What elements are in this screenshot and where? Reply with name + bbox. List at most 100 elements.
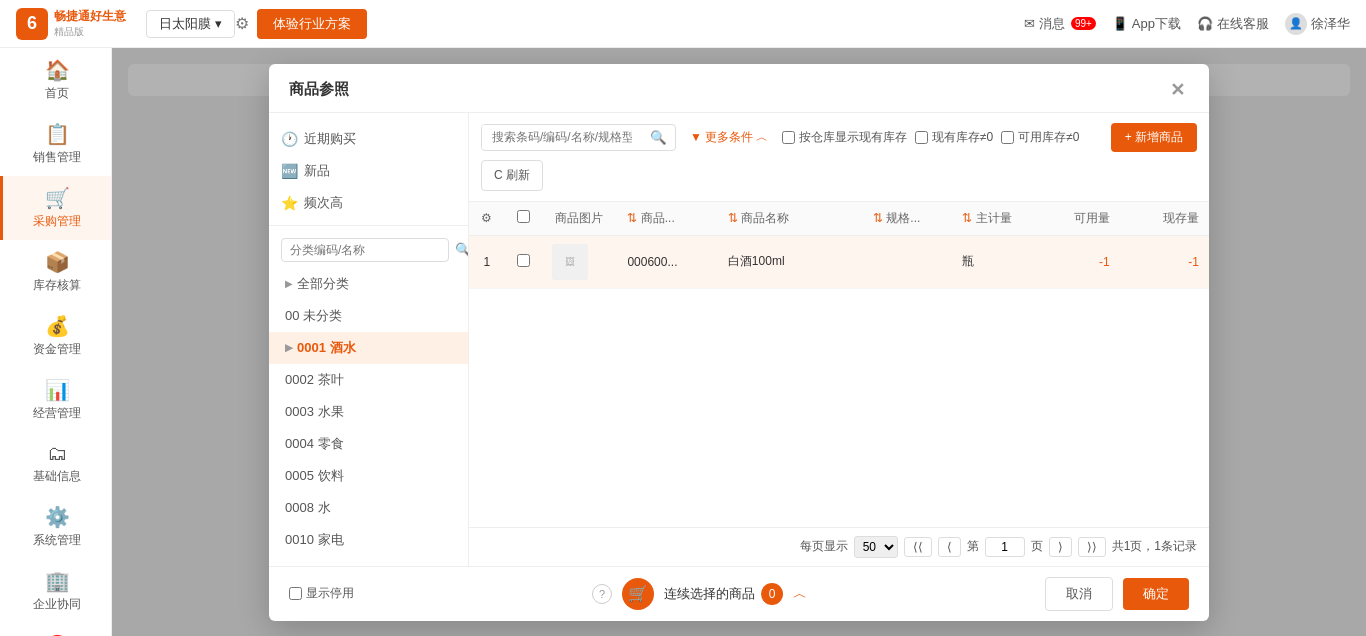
nav-messages[interactable]: ✉ 消息 99+ (1024, 15, 1096, 33)
page-first-btn[interactable]: ⟨⟨ (904, 537, 932, 557)
star-icon: ⭐ (281, 195, 298, 211)
inventory-icon: 📦 (45, 250, 70, 274)
col-header-unit[interactable]: ⇅ 主计量 (952, 202, 1030, 236)
dialog-title: 商品参照 (289, 80, 349, 99)
table-header-row: ⚙ 商品图片 ⇅ (469, 202, 1209, 236)
top-nav: 6 畅捷通好生意 精品版 日太阳膜 ▾ ⚙ 体验行业方案 ✉ 消息 99+ 📱 … (0, 0, 1366, 48)
image-icon: 🖼 (565, 256, 575, 267)
show-disabled-label[interactable]: 显示停用 (289, 585, 354, 602)
row-settings: 1 (469, 235, 505, 288)
col-header-spec[interactable]: ⇅ 规格... (863, 202, 952, 236)
col-header-settings[interactable]: ⚙ (469, 202, 505, 236)
nav-dropdown[interactable]: 日太阳膜 ▾ (146, 10, 235, 38)
confirm-button[interactable]: 确定 (1123, 578, 1189, 610)
sidebar-item-inventory[interactable]: 📦 库存核算 (0, 240, 111, 304)
row-avail: -1 (1030, 235, 1119, 288)
page-prev-btn[interactable]: ⟨ (938, 537, 961, 557)
table-toolbar: 🔍 ▼ 更多条件 ︿ 按仓库显示现有库存 (469, 113, 1209, 202)
cancel-button[interactable]: 取消 (1045, 577, 1113, 611)
sidebar-item-base[interactable]: 🗂 基础信息 (0, 432, 111, 495)
filter-btn[interactable]: ▼ 更多条件 ︿ (684, 125, 774, 150)
check-warehouse[interactable] (782, 131, 795, 144)
collapse-up-icon[interactable]: ︿ (793, 585, 807, 603)
left-panel: 🕐 近期购买 🆕 新品 ⭐ 频次高 (269, 113, 469, 566)
trial-btn[interactable]: 体验行业方案 (257, 9, 367, 39)
row-unit: 瓶 (952, 235, 1030, 288)
cat-item-0003[interactable]: 0003 水果 (269, 396, 468, 428)
base-icon: 🗂 (47, 442, 67, 465)
logo-text: 畅捷通好生意 精品版 (54, 8, 126, 39)
main-content: 商品参照 ✕ 🕐 近期购买 🆕 新品 (112, 48, 1366, 636)
nav-online-service[interactable]: 🎧 在线客服 (1197, 15, 1269, 33)
enterprise-icon: 🏢 (45, 569, 70, 593)
footer-center: ? 🛒 连续选择的商品 0 ︿ (364, 578, 1035, 610)
sidebar-item-operations[interactable]: 📊 经营管理 (0, 368, 111, 432)
per-page-select[interactable]: 50 (854, 536, 898, 558)
dialog-header: 商品参照 ✕ (269, 64, 1209, 113)
quick-select-recent[interactable]: 🕐 近期购买 (269, 123, 468, 155)
category-search-input[interactable] (281, 238, 449, 262)
cat-item-00[interactable]: 00 未分类 (269, 300, 468, 332)
dialog-overlay: 商品参照 ✕ 🕐 近期购买 🆕 新品 (112, 48, 1366, 636)
category-search-icon[interactable]: 🔍 (455, 242, 469, 257)
sidebar-item-enterprise[interactable]: 🏢 企业协同 (0, 559, 111, 623)
col-header-stock: 现存量 (1120, 202, 1209, 236)
sidebar-item-sales[interactable]: 📋 销售管理 (0, 112, 111, 176)
cat-item-0001[interactable]: ▶ 0001 酒水 (269, 332, 468, 364)
total-info: 共1页，1条记录 (1112, 538, 1197, 555)
check-stock-label[interactable]: 现有库存≠0 (915, 129, 993, 146)
cat-item-0010[interactable]: 0010 家电 (269, 524, 468, 556)
cat-item-all[interactable]: ▶ 全部分类 (269, 268, 468, 300)
row-check[interactable] (505, 235, 542, 288)
sidebar: 🏠 首页 📋 销售管理 🛒 采购管理 📦 库存核算 💰 资金管理 📊 经营管理 … (0, 48, 112, 636)
row-img: 🖼 (542, 235, 618, 288)
sidebar-item-system[interactable]: ⚙️ 系统管理 (0, 495, 111, 559)
nav-app-download[interactable]: 📱 App下载 (1112, 15, 1181, 33)
show-disabled-checkbox[interactable] (289, 587, 302, 600)
row-checkbox[interactable] (517, 254, 530, 267)
cat-item-0008[interactable]: 0008 水 (269, 492, 468, 524)
sidebar-item-finance[interactable]: 💰 资金管理 (0, 304, 111, 368)
sidebar-item-guide[interactable]: 🎯 新手引导 (0, 623, 111, 636)
refresh-btn[interactable]: C 刷新 (481, 160, 543, 191)
page-input[interactable] (985, 537, 1025, 557)
new-icon: 🆕 (281, 163, 298, 179)
quick-select-new[interactable]: 🆕 新品 (269, 155, 468, 187)
cat-item-0002[interactable]: 0002 茶叶 (269, 364, 468, 396)
cat-item-0005[interactable]: 0005 饮料 (269, 460, 468, 492)
page-next-btn[interactable]: ⟩ (1049, 537, 1072, 557)
nav-user[interactable]: 👤 徐泽华 (1285, 13, 1350, 35)
check-avail[interactable] (1001, 131, 1014, 144)
check-warehouse-label[interactable]: 按仓库显示现有库存 (782, 129, 907, 146)
arrow-icon: ▶ (285, 278, 293, 289)
product-search-input[interactable] (482, 125, 642, 149)
product-reference-dialog: 商品参照 ✕ 🕐 近期购买 🆕 新品 (269, 64, 1209, 621)
page-last-btn[interactable]: ⟩⟩ (1078, 537, 1106, 557)
sales-icon: 📋 (45, 122, 70, 146)
sidebar-item-purchase[interactable]: 🛒 采购管理 (0, 176, 111, 240)
dialog-close-button[interactable]: ✕ (1165, 78, 1189, 102)
select-all-checkbox[interactable] (517, 210, 530, 223)
category-list: ▶ 全部分类 00 未分类 ▶ 0001 酒水 0002 茶 (269, 268, 468, 556)
logo-icon: 6 (16, 8, 48, 40)
col-header-avail: 可用量 (1030, 202, 1119, 236)
col-header-name[interactable]: ⇅ 商品名称 (718, 202, 863, 236)
selected-count: 连续选择的商品 0 (664, 583, 783, 605)
cart-button[interactable]: 🛒 (622, 578, 654, 610)
pagination: 每页显示 50 ⟨⟨ ⟨ 第 页 ⟩ ⟩⟩ 共1页，1条记录 (469, 527, 1209, 566)
cat-item-0004[interactable]: 0004 零食 (269, 428, 468, 460)
add-product-btn[interactable]: + 新增商品 (1111, 123, 1197, 152)
quick-select-frequent[interactable]: ⭐ 频次高 (269, 187, 468, 219)
dialog-footer: 显示停用 ? 🛒 连续选择的商品 0 ︿ 取消 确定 (269, 566, 1209, 621)
check-stock[interactable] (915, 131, 928, 144)
check-avail-label[interactable]: 可用库存≠0 (1001, 129, 1079, 146)
home-icon: 🏠 (45, 58, 70, 82)
nav-right: ✉ 消息 99+ 📱 App下载 🎧 在线客服 👤 徐泽华 (1024, 13, 1350, 35)
settings-icon[interactable]: ⚙ (235, 14, 249, 33)
help-icon[interactable]: ? (592, 584, 612, 604)
row-spec (863, 235, 952, 288)
product-search-btn[interactable]: 🔍 (642, 125, 675, 150)
sidebar-item-home[interactable]: 🏠 首页 (0, 48, 111, 112)
table-row[interactable]: 1 🖼 (469, 235, 1209, 288)
col-header-code[interactable]: ⇅ 商品... (617, 202, 717, 236)
